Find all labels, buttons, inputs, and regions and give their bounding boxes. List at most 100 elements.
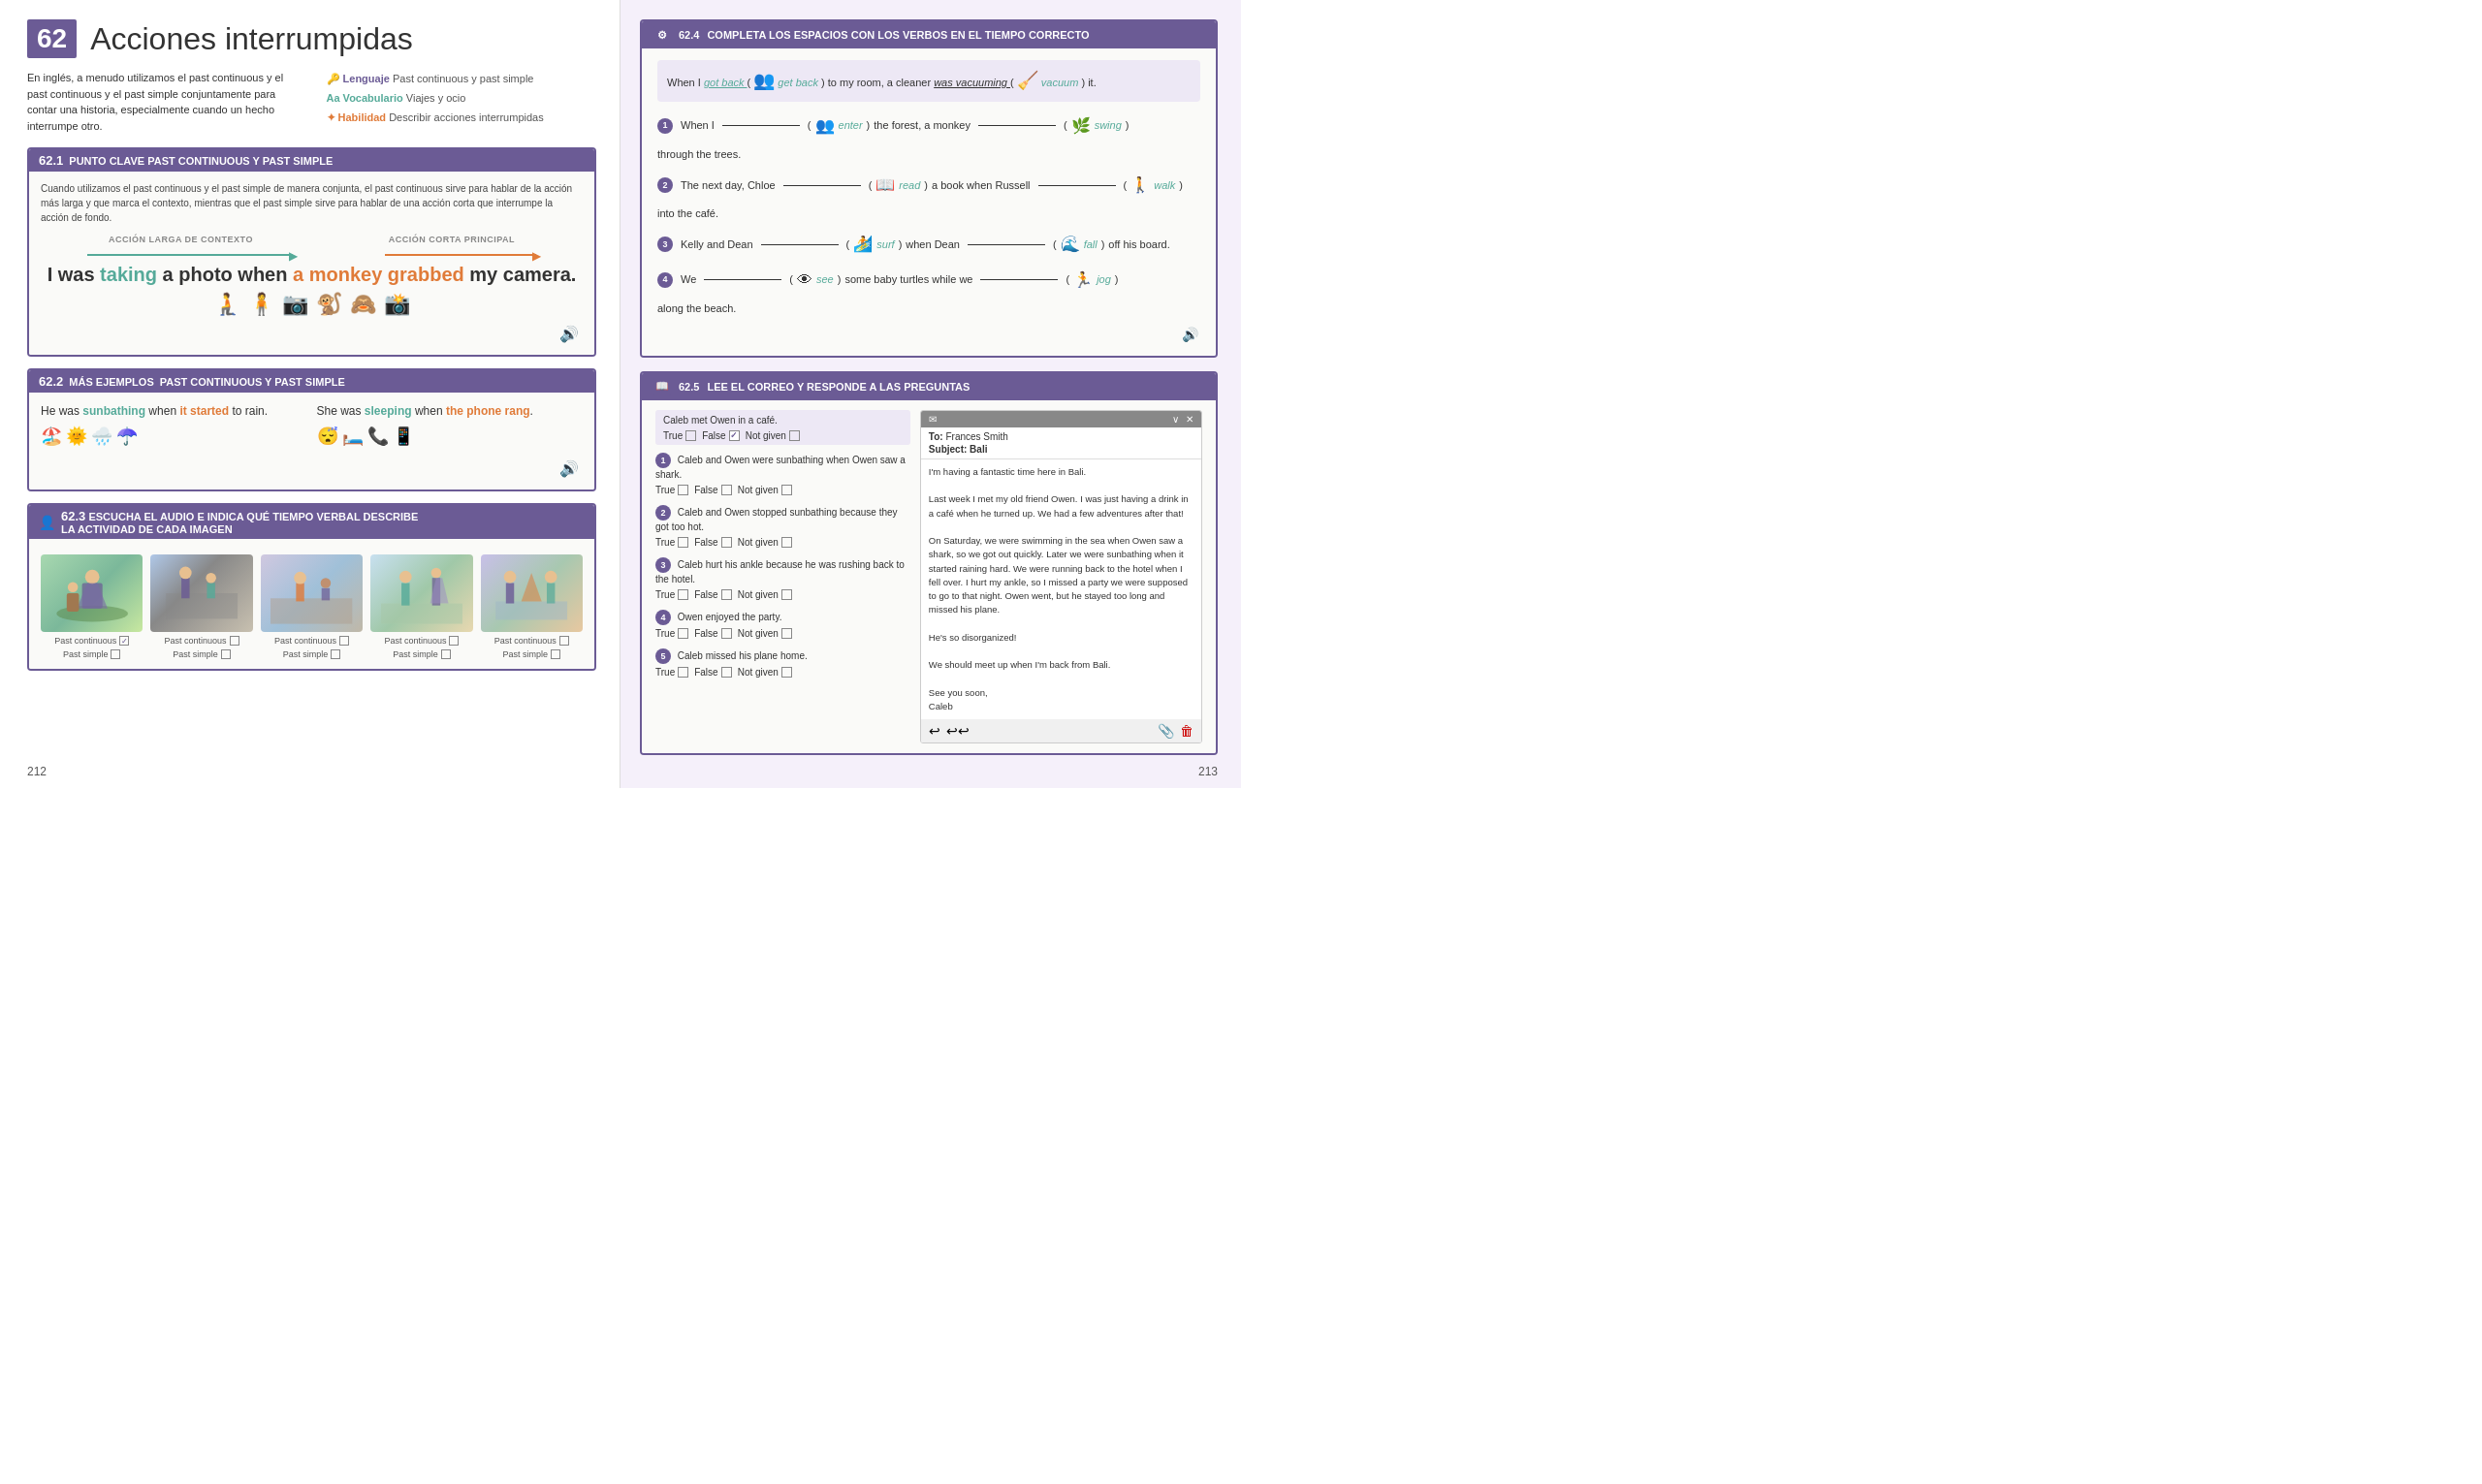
q5-options: True False Not given <box>655 667 910 678</box>
section-62-5: 📖 62.5 LEE EL CORREO Y RESPONDE A LAS PR… <box>640 371 1218 756</box>
image-caption-2: Past continuous <box>150 636 252 646</box>
sound-icon-62-4[interactable]: 🔊 <box>657 325 1200 344</box>
email-para-4: He's so disorganized! <box>929 631 1193 645</box>
first-q-options: True False ✓ Not given <box>663 430 903 441</box>
q5-false: False <box>694 667 731 678</box>
ex3-hint1: surf <box>876 235 894 255</box>
email-envelope-icon: ✉ <box>929 414 937 425</box>
sound-icon-62-2[interactable]: 🔊 <box>41 458 583 480</box>
section-62-3-header: 👤 62.3 ESCUCHA EL AUDIO E INDICA QUÉ TIE… <box>29 505 594 539</box>
q1-text: 1 Caleb and Owen were sunbathing when Ow… <box>655 453 910 482</box>
num-circle-4: 4 <box>657 272 673 288</box>
checkbox-3-past-simple[interactable] <box>331 649 340 659</box>
first-q-true-checkbox[interactable] <box>685 430 696 441</box>
checkbox-1-past-simple[interactable] <box>111 649 120 659</box>
fill-ex-4: 4 We ( 👁 see ) some baby turtles while w… <box>657 266 1200 319</box>
ex1-blank2[interactable] <box>978 125 1056 126</box>
svg-rect-12 <box>297 583 304 601</box>
example-verb2: vacuum <box>1041 77 1079 88</box>
ex3-end: off his board. <box>1108 235 1169 255</box>
svg-rect-11 <box>270 598 352 623</box>
ex2-blank2[interactable] <box>1038 185 1116 186</box>
image-caption-4b: Past simple <box>370 649 472 659</box>
checkbox-1-past-cont[interactable] <box>119 636 129 646</box>
ex1-icon2: 🌿 <box>1071 111 1091 141</box>
checkbox-3-past-cont[interactable] <box>339 636 349 646</box>
q2-not-given-cb[interactable] <box>781 537 792 548</box>
minimize-icon[interactable]: ∨ <box>1172 414 1179 425</box>
page-number-left: 212 <box>27 765 47 778</box>
svg-rect-25 <box>547 583 555 603</box>
q3-false-cb[interactable] <box>721 589 732 600</box>
q3-true-cb[interactable] <box>678 589 688 600</box>
q5-not-given-cb[interactable] <box>781 667 792 678</box>
ex3-blank2[interactable] <box>968 244 1045 245</box>
sentence-start: I was <box>48 264 100 285</box>
ex4-end: along the beach. <box>657 299 736 319</box>
checkbox-4-past-simple[interactable] <box>441 649 451 659</box>
ex2-blank1[interactable] <box>783 185 861 186</box>
email-subject-row: Subject: Bali <box>929 444 1193 455</box>
caption-5-past-simple: Past simple <box>503 649 549 659</box>
section-62-3-num: 62.3 <box>61 509 85 523</box>
ex2-end: into the café. <box>657 204 718 224</box>
meta-vocab-value: Viajes y ocio <box>406 92 466 104</box>
q2-true-cb[interactable] <box>678 537 688 548</box>
section-62-2-title: MÁS EJEMPLOS <box>69 376 153 388</box>
ex3-hint2: fall <box>1084 235 1098 255</box>
q2-false-cb[interactable] <box>721 537 732 548</box>
sound-icon-62-1[interactable]: 🔊 <box>41 323 583 345</box>
delete-icon[interactable]: 🗑 <box>1180 723 1193 739</box>
q2-text: 2 Caleb and Owen stopped sunbathing beca… <box>655 505 910 534</box>
q1-not-given-cb[interactable] <box>781 485 792 495</box>
reply-all-icon[interactable]: ↩↩ <box>946 723 970 739</box>
ex1-hint2: swing <box>1095 115 1122 136</box>
ex4-blank2[interactable] <box>980 279 1058 280</box>
first-q-false-checkbox[interactable]: ✓ <box>729 430 740 441</box>
reply-icon[interactable]: ↩ <box>929 723 940 739</box>
meta-vocabulario: Aa Vocabulario Viajes y ocio <box>327 89 597 109</box>
image-item-2: Past continuous Past simple <box>150 554 252 659</box>
image-placeholder-4 <box>370 554 472 632</box>
monkey-icon: 🐒 <box>316 292 342 317</box>
bed-icon: 🛏️ <box>342 424 364 450</box>
intro-text: En inglés, a menudo utilizamos el past c… <box>27 70 298 134</box>
num-circle-3: 3 <box>657 237 673 252</box>
q1-true-cb[interactable] <box>678 485 688 495</box>
person-camera-icon: 🧎 <box>214 292 240 317</box>
email-body: I'm having a fantastic time here in Bali… <box>921 459 1201 720</box>
ex4-blank1[interactable] <box>704 279 781 280</box>
ex2-icon2: 🚶 <box>1130 171 1150 200</box>
attachment-icon[interactable]: 📎 <box>1158 723 1174 739</box>
meta-lenguaje-value: Past continuous y past simple <box>393 73 534 84</box>
num-circle-2: 2 <box>657 177 673 193</box>
checkbox-2-past-cont[interactable] <box>230 636 239 646</box>
q4-false-cb[interactable] <box>721 628 732 639</box>
section-62-3-titles: 62.3 ESCUCHA EL AUDIO E INDICA QUÉ TIEMP… <box>61 509 418 535</box>
q5-true-cb[interactable] <box>678 667 688 678</box>
checkbox-5-past-simple[interactable] <box>551 649 560 659</box>
close-icon[interactable]: ✕ <box>1186 414 1193 425</box>
section-62-2-header: 62.2 MÁS EJEMPLOS PAST CONTINUOUS Y PAST… <box>29 370 594 393</box>
ex2-prefix: The next day, Chloe <box>681 175 776 196</box>
checkbox-4-past-cont[interactable] <box>449 636 459 646</box>
q5-false-cb[interactable] <box>721 667 732 678</box>
illustration-1 <box>51 562 133 624</box>
checkbox-5-past-cont[interactable] <box>559 636 569 646</box>
email-subject-value: Bali <box>970 444 987 455</box>
q4-not-given-cb[interactable] <box>781 628 792 639</box>
sentence-monkey: a monkey grabbed <box>293 264 464 285</box>
caption-4-past-cont: Past continuous <box>384 636 446 646</box>
phone-ring-icon: 📱 <box>393 424 414 450</box>
ex1-blank1[interactable] <box>722 125 800 126</box>
q3-not-given-cb[interactable] <box>781 589 792 600</box>
q4-true-cb[interactable] <box>678 628 688 639</box>
ex4-prefix: We <box>681 269 696 290</box>
intro-section: En inglés, a menudo utilizamos el past c… <box>27 70 596 134</box>
ex3-blank1[interactable] <box>761 244 839 245</box>
first-q-not-given-checkbox[interactable] <box>789 430 800 441</box>
ex2-mid: a book when Russell <box>932 175 1031 196</box>
q1-false-cb[interactable] <box>721 485 732 495</box>
checkbox-2-past-simple[interactable] <box>221 649 231 659</box>
svg-point-8 <box>179 567 192 580</box>
